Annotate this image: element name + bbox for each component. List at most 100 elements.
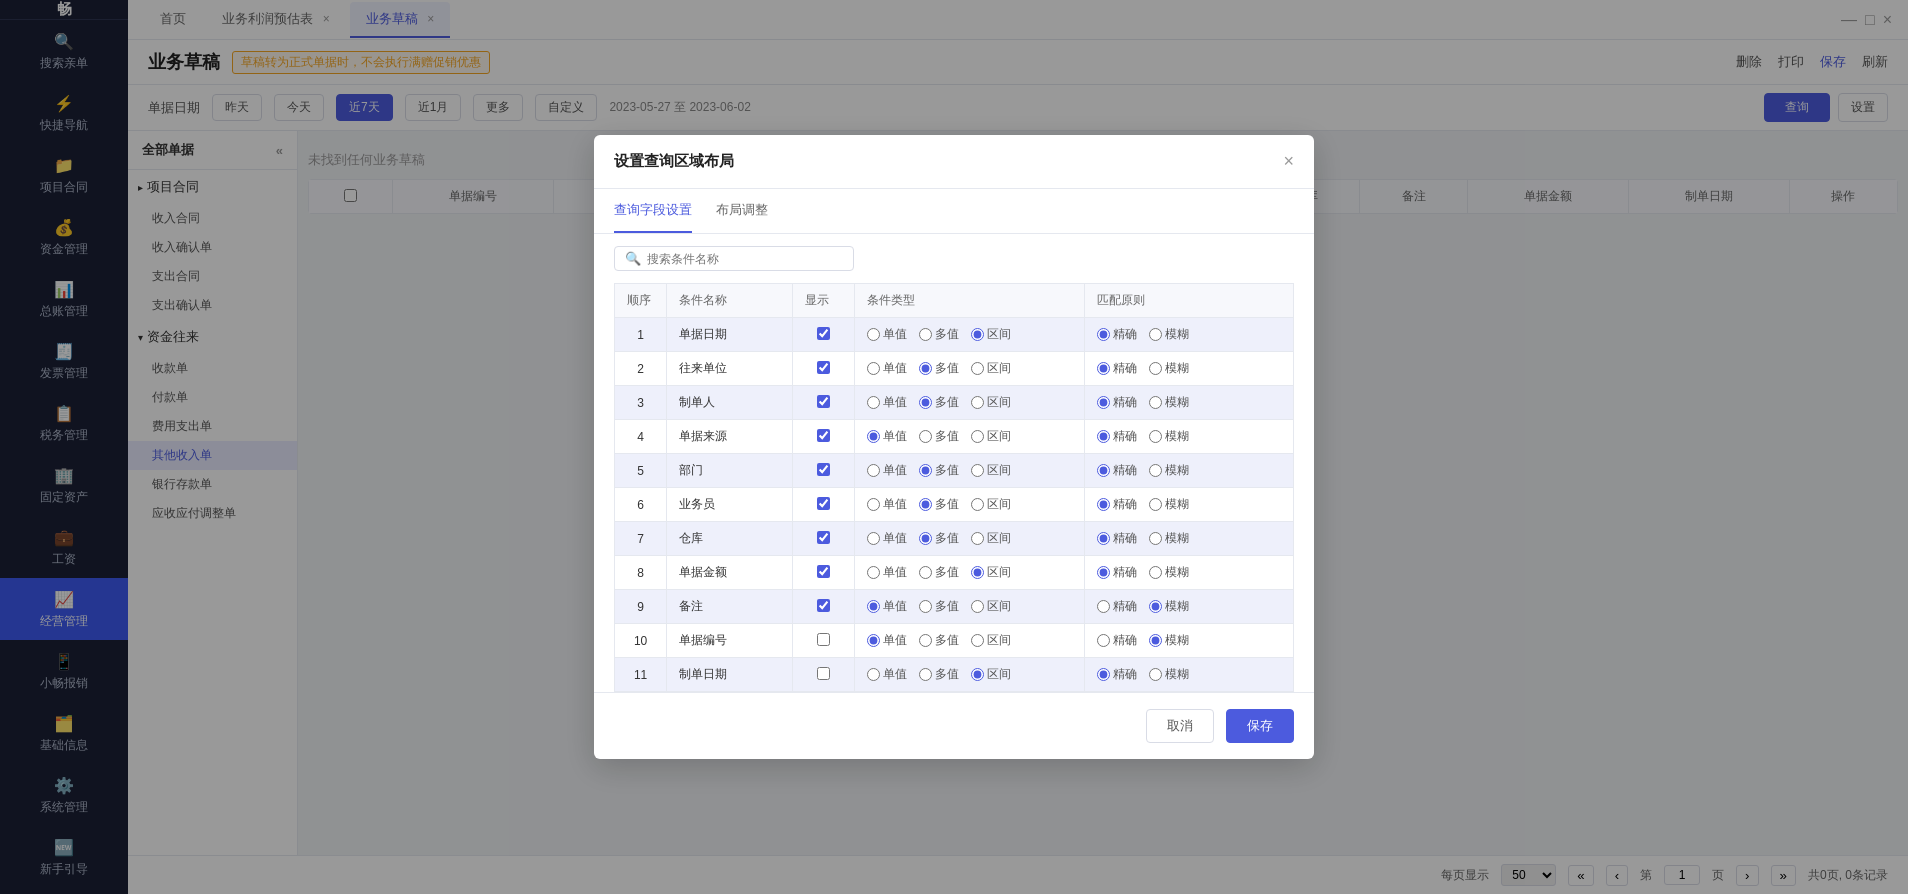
type-radio[interactable] <box>867 464 880 477</box>
show-checkbox[interactable] <box>817 633 830 646</box>
match-radio[interactable] <box>1149 328 1162 341</box>
type-radio-label[interactable]: 单值 <box>867 564 907 581</box>
type-radio-label[interactable]: 单值 <box>867 666 907 683</box>
match-radio-label[interactable]: 精确 <box>1097 666 1137 683</box>
type-radio-label[interactable]: 区间 <box>971 666 1011 683</box>
type-radio-label[interactable]: 单值 <box>867 462 907 479</box>
type-radio[interactable] <box>919 532 932 545</box>
match-radio-label[interactable]: 精确 <box>1097 632 1137 649</box>
match-radio[interactable] <box>1097 498 1110 511</box>
type-radio[interactable] <box>971 634 984 647</box>
type-radio-label[interactable]: 多值 <box>919 360 959 377</box>
type-radio-label[interactable]: 区间 <box>971 598 1011 615</box>
match-radio-label[interactable]: 模糊 <box>1149 428 1189 445</box>
match-radio[interactable] <box>1097 634 1110 647</box>
type-radio-label[interactable]: 单值 <box>867 496 907 513</box>
match-radio-label[interactable]: 模糊 <box>1149 462 1189 479</box>
type-radio[interactable] <box>971 328 984 341</box>
match-radio-label[interactable]: 模糊 <box>1149 598 1189 615</box>
match-radio[interactable] <box>1149 430 1162 443</box>
match-radio-label[interactable]: 模糊 <box>1149 496 1189 513</box>
type-radio[interactable] <box>867 430 880 443</box>
show-checkbox[interactable] <box>817 395 830 408</box>
cancel-button[interactable]: 取消 <box>1146 709 1214 743</box>
match-radio[interactable] <box>1097 566 1110 579</box>
type-radio-label[interactable]: 多值 <box>919 462 959 479</box>
type-radio[interactable] <box>919 430 932 443</box>
show-checkbox[interactable] <box>817 565 830 578</box>
match-radio[interactable] <box>1097 430 1110 443</box>
type-radio[interactable] <box>971 430 984 443</box>
match-radio[interactable] <box>1149 464 1162 477</box>
type-radio-label[interactable]: 单值 <box>867 394 907 411</box>
type-radio[interactable] <box>919 328 932 341</box>
match-radio[interactable] <box>1149 668 1162 681</box>
match-radio-label[interactable]: 精确 <box>1097 564 1137 581</box>
type-radio-label[interactable]: 区间 <box>971 564 1011 581</box>
match-radio-label[interactable]: 模糊 <box>1149 666 1189 683</box>
match-radio[interactable] <box>1149 634 1162 647</box>
match-radio-label[interactable]: 模糊 <box>1149 360 1189 377</box>
type-radio[interactable] <box>919 668 932 681</box>
type-radio[interactable] <box>971 362 984 375</box>
type-radio[interactable] <box>867 600 880 613</box>
type-radio-label[interactable]: 多值 <box>919 632 959 649</box>
type-radio-label[interactable]: 单值 <box>867 428 907 445</box>
type-radio-label[interactable]: 区间 <box>971 462 1011 479</box>
match-radio-label[interactable]: 模糊 <box>1149 530 1189 547</box>
type-radio[interactable] <box>867 634 880 647</box>
match-radio-label[interactable]: 精确 <box>1097 326 1137 343</box>
type-radio-label[interactable]: 区间 <box>971 530 1011 547</box>
match-radio[interactable] <box>1149 532 1162 545</box>
type-radio-label[interactable]: 单值 <box>867 632 907 649</box>
match-radio-label[interactable]: 模糊 <box>1149 632 1189 649</box>
match-radio-label[interactable]: 精确 <box>1097 394 1137 411</box>
type-radio[interactable] <box>919 566 932 579</box>
tab-query-fields[interactable]: 查询字段设置 <box>614 189 692 233</box>
tab-layout[interactable]: 布局调整 <box>716 189 768 233</box>
match-radio-label[interactable]: 精确 <box>1097 598 1137 615</box>
match-radio-label[interactable]: 精确 <box>1097 462 1137 479</box>
type-radio-label[interactable]: 多值 <box>919 530 959 547</box>
match-radio[interactable] <box>1097 532 1110 545</box>
match-radio[interactable] <box>1149 566 1162 579</box>
dialog-save-button[interactable]: 保存 <box>1226 709 1294 743</box>
match-radio[interactable] <box>1149 362 1162 375</box>
show-checkbox[interactable] <box>817 531 830 544</box>
show-checkbox[interactable] <box>817 667 830 680</box>
type-radio[interactable] <box>971 464 984 477</box>
type-radio[interactable] <box>867 328 880 341</box>
type-radio[interactable] <box>867 566 880 579</box>
type-radio-label[interactable]: 多值 <box>919 564 959 581</box>
match-radio-label[interactable]: 精确 <box>1097 360 1137 377</box>
match-radio[interactable] <box>1149 396 1162 409</box>
condition-search-input[interactable] <box>647 252 843 266</box>
type-radio[interactable] <box>867 532 880 545</box>
show-checkbox[interactable] <box>817 429 830 442</box>
type-radio[interactable] <box>867 362 880 375</box>
type-radio[interactable] <box>919 362 932 375</box>
match-radio[interactable] <box>1097 362 1110 375</box>
type-radio-label[interactable]: 区间 <box>971 496 1011 513</box>
match-radio[interactable] <box>1149 498 1162 511</box>
type-radio-label[interactable]: 多值 <box>919 394 959 411</box>
type-radio-label[interactable]: 单值 <box>867 530 907 547</box>
type-radio-label[interactable]: 区间 <box>971 632 1011 649</box>
type-radio-label[interactable]: 多值 <box>919 496 959 513</box>
type-radio[interactable] <box>919 600 932 613</box>
type-radio[interactable] <box>971 498 984 511</box>
match-radio[interactable] <box>1149 600 1162 613</box>
type-radio[interactable] <box>971 668 984 681</box>
type-radio-label[interactable]: 单值 <box>867 360 907 377</box>
show-checkbox[interactable] <box>817 497 830 510</box>
type-radio[interactable] <box>919 464 932 477</box>
type-radio-label[interactable]: 单值 <box>867 598 907 615</box>
type-radio-label[interactable]: 多值 <box>919 598 959 615</box>
match-radio[interactable] <box>1097 396 1110 409</box>
type-radio-label[interactable]: 区间 <box>971 428 1011 445</box>
show-checkbox[interactable] <box>817 463 830 476</box>
match-radio-label[interactable]: 模糊 <box>1149 326 1189 343</box>
type-radio[interactable] <box>971 396 984 409</box>
type-radio[interactable] <box>971 532 984 545</box>
type-radio[interactable] <box>919 396 932 409</box>
